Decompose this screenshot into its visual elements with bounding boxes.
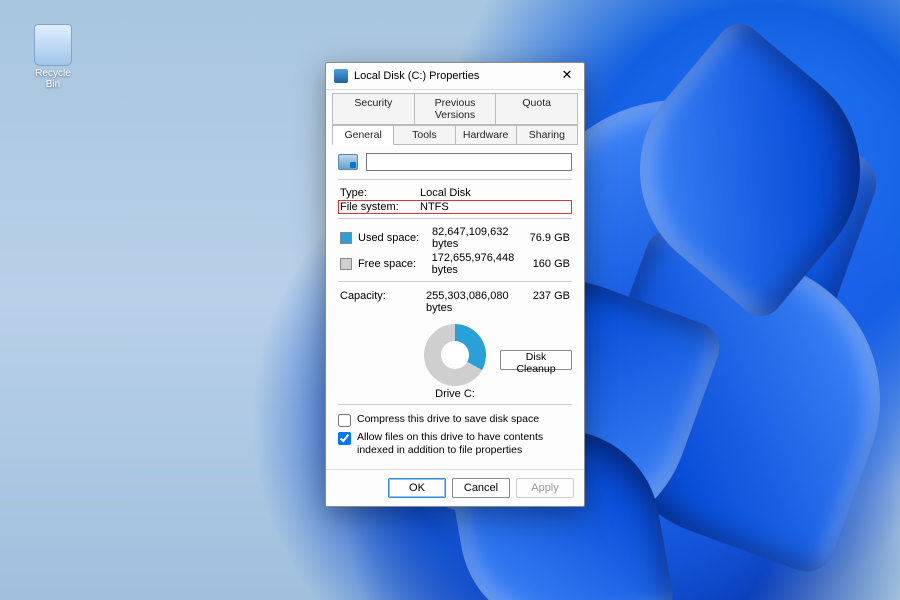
free-gb: 160 GB bbox=[520, 258, 570, 270]
capacity-gb: 237 GB bbox=[520, 290, 570, 314]
drive-large-icon bbox=[338, 154, 358, 170]
type-label: Type: bbox=[340, 187, 410, 199]
type-row: Type: Local Disk bbox=[338, 186, 572, 200]
free-label: Free space: bbox=[358, 258, 422, 270]
tab-tools[interactable]: Tools bbox=[393, 125, 455, 145]
index-checkbox-row[interactable]: Allow files on this drive to have conten… bbox=[338, 429, 572, 459]
chart-label: Drive C: bbox=[424, 388, 486, 400]
tab-hardware[interactable]: Hardware bbox=[455, 125, 517, 145]
drive-name-input[interactable] bbox=[366, 153, 572, 171]
tab-security[interactable]: Security bbox=[332, 93, 415, 125]
drive-icon bbox=[334, 69, 348, 83]
disk-cleanup-button[interactable]: Disk Cleanup bbox=[500, 350, 572, 370]
used-bytes: 82,647,109,632 bytes bbox=[428, 226, 514, 250]
separator bbox=[338, 179, 572, 180]
free-space-row: Free space: 172,655,976,448 bytes 160 GB bbox=[338, 251, 572, 277]
capacity-row: Capacity: 255,303,086,080 bytes 237 GB bbox=[338, 288, 572, 320]
trash-icon bbox=[34, 24, 72, 66]
filesystem-row: File system: NTFS bbox=[338, 200, 572, 214]
tab-strip: Security Previous Versions Quota General… bbox=[326, 90, 584, 145]
dialog-footer: OK Cancel Apply bbox=[326, 469, 584, 506]
index-label: Allow files on this drive to have conten… bbox=[357, 431, 572, 457]
filesystem-label: File system: bbox=[340, 201, 410, 213]
used-space-row: Used space: 82,647,109,632 bytes 76.9 GB bbox=[338, 225, 572, 251]
used-swatch bbox=[340, 232, 352, 244]
separator bbox=[338, 281, 572, 282]
separator bbox=[338, 218, 572, 219]
type-value: Local Disk bbox=[420, 187, 471, 199]
tab-general[interactable]: General bbox=[332, 125, 394, 145]
compress-checkbox-row[interactable]: Compress this drive to save disk space bbox=[338, 411, 572, 429]
capacity-bytes: 255,303,086,080 bytes bbox=[426, 290, 514, 314]
tab-quota[interactable]: Quota bbox=[495, 93, 578, 125]
properties-dialog: Local Disk (C:) Properties ✕ Security Pr… bbox=[325, 62, 585, 507]
close-button[interactable]: ✕ bbox=[556, 67, 578, 85]
index-checkbox[interactable] bbox=[338, 432, 351, 445]
apply-button[interactable]: Apply bbox=[516, 478, 574, 498]
general-panel: Type: Local Disk File system: NTFS Used … bbox=[326, 145, 584, 469]
filesystem-value: NTFS bbox=[420, 201, 449, 213]
free-bytes: 172,655,976,448 bytes bbox=[428, 252, 515, 276]
ok-button[interactable]: OK bbox=[388, 478, 446, 498]
separator bbox=[338, 404, 572, 405]
free-swatch bbox=[340, 258, 352, 270]
tab-previous-versions[interactable]: Previous Versions bbox=[414, 93, 497, 125]
tab-sharing[interactable]: Sharing bbox=[516, 125, 578, 145]
capacity-label: Capacity: bbox=[340, 290, 420, 314]
recycle-bin-label: Recycle Bin bbox=[35, 68, 71, 90]
used-gb: 76.9 GB bbox=[520, 232, 570, 244]
cancel-button[interactable]: Cancel bbox=[452, 478, 510, 498]
recycle-bin-icon[interactable]: Recycle Bin bbox=[28, 24, 78, 90]
dialog-title: Local Disk (C:) Properties bbox=[354, 70, 556, 82]
compress-checkbox[interactable] bbox=[338, 414, 351, 427]
used-label: Used space: bbox=[358, 232, 422, 244]
compress-label: Compress this drive to save disk space bbox=[357, 413, 539, 426]
titlebar[interactable]: Local Disk (C:) Properties ✕ bbox=[326, 63, 584, 90]
usage-pie-chart bbox=[424, 324, 486, 386]
